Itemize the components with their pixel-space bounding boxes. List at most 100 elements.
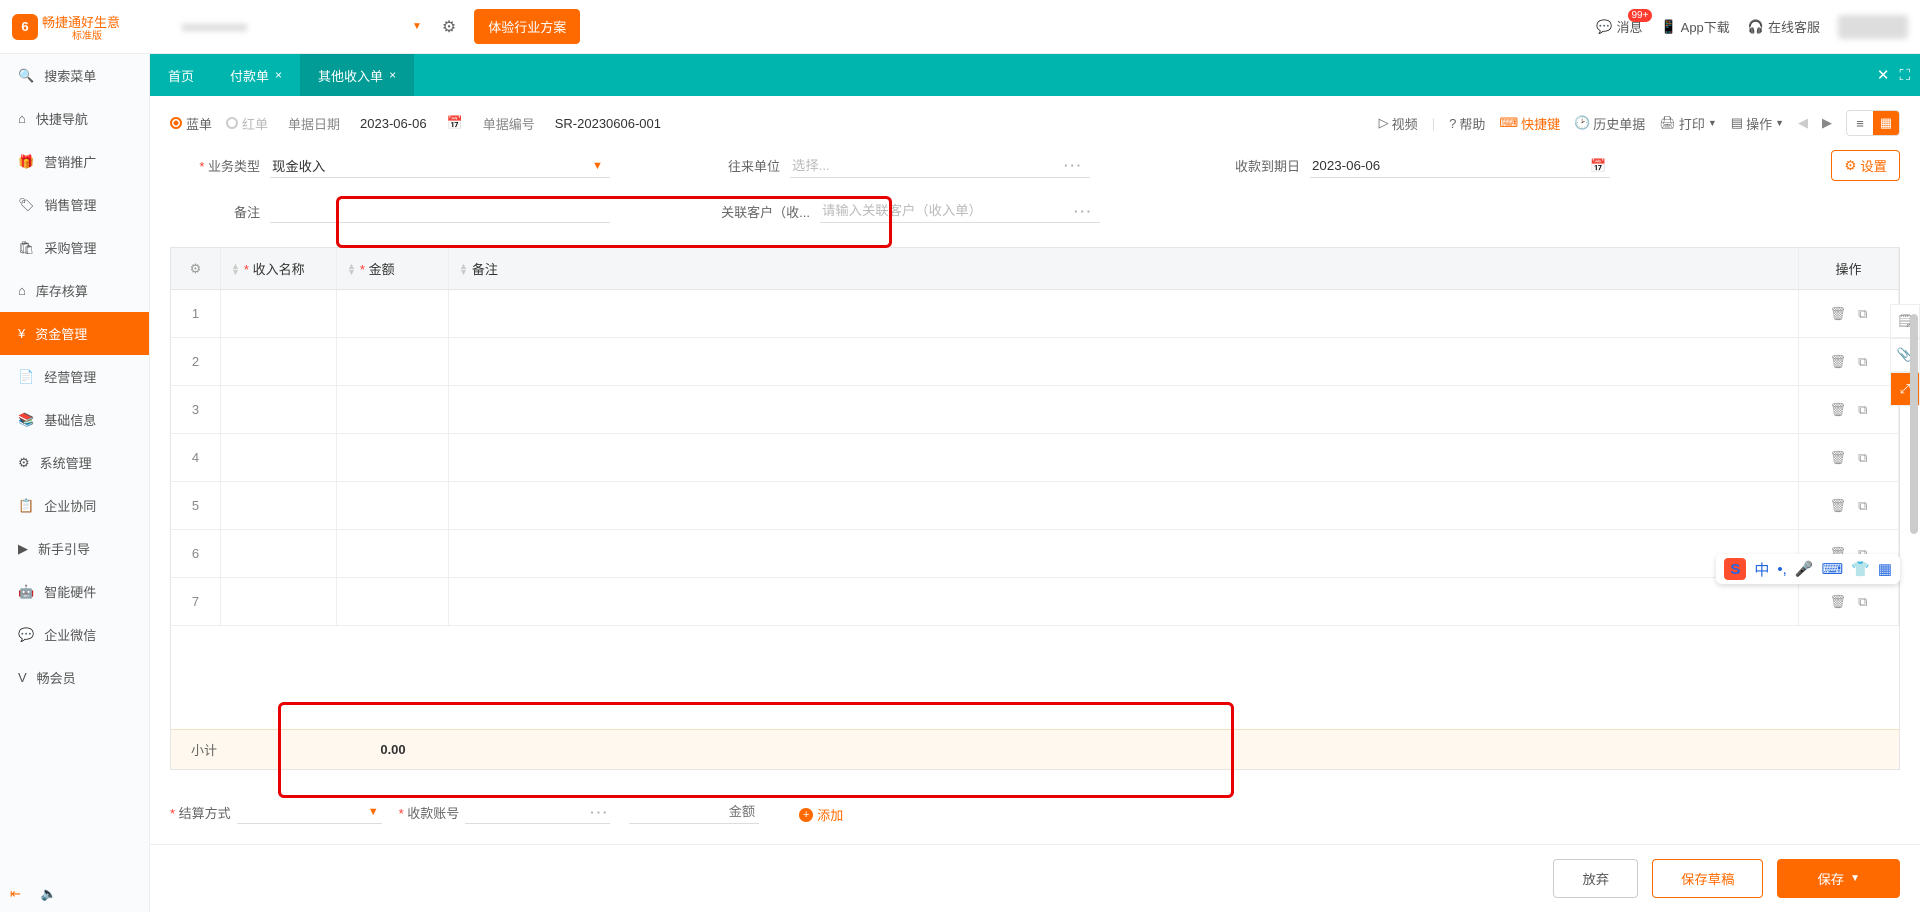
discard-button[interactable]: 放弃 bbox=[1553, 859, 1638, 898]
col-remark[interactable]: ▲▼备注 bbox=[449, 248, 1799, 289]
party-input[interactable] bbox=[790, 154, 1090, 178]
cell-name[interactable] bbox=[221, 578, 337, 625]
ime-keyboard-icon[interactable]: ⌨ bbox=[1821, 560, 1843, 578]
sidebar-item-14[interactable]: V畅会员 bbox=[0, 656, 149, 699]
date-value[interactable]: 2023-06-06 bbox=[360, 116, 427, 131]
sidebar-item-0[interactable]: 🔍搜索菜单 bbox=[0, 54, 149, 97]
sidebar-sound-icon[interactable]: 🔈 bbox=[41, 886, 57, 902]
sidebar-item-1[interactable]: ⌂快捷导航 bbox=[0, 97, 149, 140]
settle-acct-input[interactable] bbox=[465, 800, 610, 824]
sidebar-item-11[interactable]: ▶新手引导 bbox=[0, 527, 149, 570]
radio-red[interactable]: 红单 bbox=[226, 114, 268, 133]
delete-icon[interactable]: 🗑 bbox=[1830, 450, 1847, 466]
assoc-input[interactable] bbox=[820, 199, 1100, 223]
history-button[interactable]: 🕑历史单据 bbox=[1574, 114, 1645, 133]
sidebar-item-9[interactable]: ⚙系统管理 bbox=[0, 441, 149, 484]
cell-remark[interactable] bbox=[449, 386, 1799, 433]
close-icon[interactable]: × bbox=[389, 68, 396, 82]
company-selector[interactable]: xxxxxxxxxx bbox=[182, 19, 382, 34]
cell-remark[interactable] bbox=[449, 482, 1799, 529]
view-card-icon[interactable]: ▦ bbox=[1873, 111, 1899, 135]
sidebar-item-7[interactable]: 📄经营管理 bbox=[0, 355, 149, 398]
settings-button[interactable]: ⚙设置 bbox=[1831, 150, 1900, 181]
cell-remark[interactable] bbox=[449, 578, 1799, 625]
col-settings-icon[interactable]: ⚙ bbox=[171, 248, 221, 289]
print-button[interactable]: 🖨打印▼ bbox=[1659, 114, 1716, 133]
calendar-icon[interactable]: 📅 bbox=[447, 115, 463, 131]
sidebar-item-13[interactable]: 💬企业微信 bbox=[0, 613, 149, 656]
sidebar-item-6[interactable]: ¥资金管理 bbox=[0, 312, 149, 355]
cell-amount[interactable] bbox=[337, 482, 449, 529]
col-amount[interactable]: ▲▼金额 bbox=[337, 248, 449, 289]
view-list-icon[interactable]: ≡ bbox=[1847, 111, 1873, 135]
sidebar-item-10[interactable]: 📋企业协同 bbox=[0, 484, 149, 527]
more-icon[interactable]: ··· bbox=[1074, 204, 1093, 219]
due-input[interactable] bbox=[1310, 154, 1610, 178]
scrollbar[interactable] bbox=[1910, 314, 1918, 534]
chevron-down-icon[interactable]: ▼ bbox=[412, 21, 422, 32]
ime-toolbar[interactable]: S 中 •, 🎤 ⌨ 👕 ▦ bbox=[1716, 554, 1900, 584]
chevron-down-icon[interactable]: ▼ bbox=[368, 806, 379, 818]
cell-amount[interactable] bbox=[337, 578, 449, 625]
col-income-name[interactable]: ▲▼收入名称 bbox=[221, 248, 337, 289]
cell-name[interactable] bbox=[221, 386, 337, 433]
chevron-down-icon[interactable]: ▼ bbox=[592, 160, 603, 172]
more-icon[interactable]: ··· bbox=[590, 805, 609, 820]
cell-remark[interactable] bbox=[449, 434, 1799, 481]
table-row[interactable]: 7🗑⧉ bbox=[171, 578, 1899, 626]
ime-lang[interactable]: 中 bbox=[1754, 559, 1769, 580]
copy-icon[interactable]: ⧉ bbox=[1858, 498, 1867, 514]
delete-icon[interactable]: 🗑 bbox=[1830, 402, 1847, 418]
sidebar-item-4[interactable]: 🛍采购管理 bbox=[0, 226, 149, 269]
cell-name[interactable] bbox=[221, 338, 337, 385]
cell-remark[interactable] bbox=[449, 530, 1799, 577]
tab-fullscreen-icon[interactable]: ⛶ bbox=[1899, 67, 1910, 84]
table-row[interactable]: 2🗑⧉ bbox=[171, 338, 1899, 386]
cell-remark[interactable] bbox=[449, 290, 1799, 337]
ime-skin-icon[interactable]: 👕 bbox=[1851, 560, 1870, 578]
shortcut-button[interactable]: ⌨快捷键 bbox=[1499, 114, 1560, 133]
delete-icon[interactable]: 🗑 bbox=[1830, 594, 1847, 610]
delete-icon[interactable]: 🗑 bbox=[1830, 354, 1847, 370]
messages-button[interactable]: 💬 消息 99+ bbox=[1596, 17, 1642, 36]
sidebar-collapse-icon[interactable]: ⇤ bbox=[10, 886, 21, 902]
tab-close-icon[interactable]: ✕ bbox=[1877, 66, 1890, 84]
copy-icon[interactable]: ⧉ bbox=[1858, 594, 1867, 610]
delete-icon[interactable]: 🗑 bbox=[1830, 498, 1847, 514]
sidebar-item-8[interactable]: 📚基础信息 bbox=[0, 398, 149, 441]
ops-button[interactable]: ▤操作▼ bbox=[1731, 114, 1784, 133]
table-row[interactable]: 1🗑⧉ bbox=[171, 290, 1899, 338]
sidebar-item-5[interactable]: ⌂库存核算 bbox=[0, 269, 149, 312]
cell-amount[interactable] bbox=[337, 338, 449, 385]
online-support-button[interactable]: 🎧 在线客服 bbox=[1748, 17, 1820, 36]
sidebar-item-3[interactable]: 🏷销售管理 bbox=[0, 183, 149, 226]
save-button[interactable]: 保存▼ bbox=[1777, 859, 1900, 898]
cell-amount[interactable] bbox=[337, 530, 449, 577]
biztype-input[interactable] bbox=[270, 154, 610, 178]
ime-mic-icon[interactable]: 🎤 bbox=[1795, 560, 1814, 578]
copy-icon[interactable]: ⧉ bbox=[1858, 306, 1867, 322]
more-icon[interactable]: ··· bbox=[1064, 158, 1083, 173]
cell-amount[interactable] bbox=[337, 290, 449, 337]
radio-blue[interactable]: 蓝单 bbox=[170, 114, 212, 133]
delete-icon[interactable]: 🗑 bbox=[1830, 306, 1847, 322]
ime-dot-icon[interactable]: •, bbox=[1777, 561, 1786, 578]
table-row[interactable]: 5🗑⧉ bbox=[171, 482, 1899, 530]
remark-input[interactable] bbox=[270, 199, 610, 223]
user-avatar[interactable] bbox=[1838, 15, 1908, 39]
help-button[interactable]: ?帮助 bbox=[1449, 114, 1485, 133]
table-row[interactable]: 4🗑⧉ bbox=[171, 434, 1899, 482]
settle-method-input[interactable] bbox=[237, 800, 382, 824]
save-draft-button[interactable]: 保存草稿 bbox=[1652, 859, 1763, 898]
cell-name[interactable] bbox=[221, 530, 337, 577]
cell-name[interactable] bbox=[221, 290, 337, 337]
cell-amount[interactable] bbox=[337, 386, 449, 433]
calendar-icon[interactable]: 📅 bbox=[1590, 158, 1606, 174]
sidebar-item-2[interactable]: 🎁营销推广 bbox=[0, 140, 149, 183]
gear-icon[interactable]: ⚙ bbox=[442, 17, 456, 37]
table-row[interactable]: 3🗑⧉ bbox=[171, 386, 1899, 434]
tab-2[interactable]: 其他收入单× bbox=[300, 54, 414, 96]
cell-amount[interactable] bbox=[337, 434, 449, 481]
tab-0[interactable]: 首页 bbox=[150, 54, 212, 96]
sidebar-item-12[interactable]: 🤖智能硬件 bbox=[0, 570, 149, 613]
